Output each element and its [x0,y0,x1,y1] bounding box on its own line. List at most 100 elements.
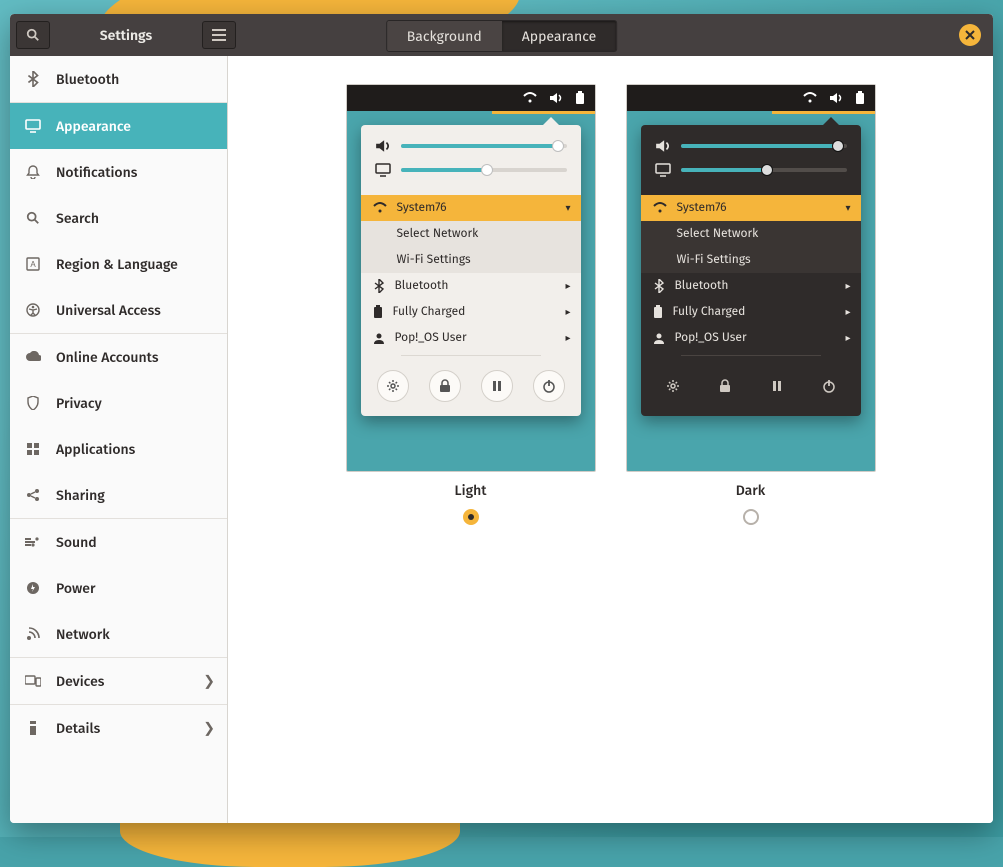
sidebar-item-label: Power [56,580,96,597]
sidebar-item-bluetooth[interactable]: Bluetooth [10,56,227,102]
svg-text:A: A [30,260,36,269]
view-switcher: Background Appearance [386,20,618,52]
chevron-right-icon: ▸ [845,280,850,292]
preview-accent-underline [492,111,595,114]
sidebar-item-sound[interactable]: Sound [10,519,227,565]
apps-icon [24,440,42,458]
devices-icon [24,672,42,690]
theme-preview-light[interactable]: System76 ▾ Select Network Wi-Fi Settings… [346,84,596,472]
power-action [813,370,845,402]
theme-label-light: Light [455,482,487,499]
sidebar-item-label: Appearance [56,118,131,135]
theme-radio-dark[interactable] [743,509,759,525]
preview-wifi-ssid: System76 [397,201,447,215]
power-icon [24,579,42,597]
volume-icon [829,92,843,104]
preview-topbar [627,85,875,111]
appearance-content: System76 ▾ Select Network Wi-Fi Settings… [228,56,993,823]
preview-bluetooth-row: Bluetooth▸ [641,273,861,299]
sidebar-item-label: Bluetooth [56,71,119,88]
preview-brightness-slider [375,163,567,177]
power-icon [822,379,836,393]
sidebar-item-label: Privacy [56,395,102,412]
tab-appearance[interactable]: Appearance [502,21,617,51]
chevron-right-icon: ❯ [203,673,215,690]
pause-icon [771,380,783,392]
preview-system-menu: System76 ▾ Select Network Wi-Fi Settings… [361,125,581,416]
sidebar-item-label: Network [56,626,110,643]
preview-brightness-slider [655,163,847,177]
preview-volume-slider [655,139,847,153]
lock-action [429,370,461,402]
settings-action [377,370,409,402]
preview-actions [361,360,581,416]
sidebar-item-appearance[interactable]: Appearance [10,103,227,149]
window-title: Settings [56,27,196,44]
sidebar-item-universal-access[interactable]: Universal Access [10,287,227,333]
preview-accent-underline [772,111,875,114]
preview-select-network: Select Network [361,221,581,247]
sidebar-item-region-language[interactable]: A Region & Language [10,241,227,287]
lock-icon [719,379,731,393]
sidebar-item-sharing[interactable]: Sharing [10,472,227,518]
bluetooth-icon [653,279,665,293]
sidebar-item-label: Sound [56,534,97,551]
wifi-icon [523,92,537,104]
preview-select-network: Select Network [641,221,861,247]
preview-user-row: Pop!_OS User▸ [641,325,861,351]
tab-background[interactable]: Background [387,21,502,51]
sidebar-item-label: Devices [56,673,104,690]
user-icon [373,332,385,344]
chevron-right-icon: ▸ [845,306,850,318]
info-icon [24,719,42,737]
hamburger-icon [212,29,226,41]
battery-icon [653,305,663,319]
sidebar-item-applications[interactable]: Applications [10,426,227,472]
theme-option-light: System76 ▾ Select Network Wi-Fi Settings… [346,84,596,525]
sidebar-item-devices[interactable]: Devices ❯ [10,658,227,704]
hamburger-button[interactable] [202,21,236,49]
chevron-down-icon: ▾ [845,202,850,214]
search-icon [26,28,40,42]
suspend-action [481,370,513,402]
sidebar-item-label: Online Accounts [56,349,159,366]
globe-icon: A [24,255,42,273]
cloud-icon [24,348,42,366]
header-bar: Settings Background Appearance [10,14,993,56]
lock-action [709,370,741,402]
wifi-icon [373,202,387,214]
sidebar-item-label: Region & Language [56,256,178,273]
sidebar-item-privacy[interactable]: Privacy [10,380,227,426]
preview-wifi-row: System76 ▾ [641,195,861,221]
theme-preview-dark[interactable]: System76 ▾ Select Network Wi-Fi Settings… [626,84,876,472]
settings-action [657,370,689,402]
search-button[interactable] [16,21,50,49]
display-icon [375,163,391,177]
chevron-right-icon: ▸ [565,332,570,344]
gear-icon [386,379,400,393]
sidebar-item-label: Notifications [56,164,137,181]
sidebar-item-label: Universal Access [56,302,161,319]
bluetooth-icon [373,279,385,293]
sidebar-item-power[interactable]: Power [10,565,227,611]
sidebar-item-network[interactable]: Network [10,611,227,657]
preview-wifi-settings: Wi-Fi Settings [641,247,861,273]
preview-battery-row: Fully Charged▸ [361,299,581,325]
sidebar: Bluetooth Appearance Notifications Search A R… [10,56,228,823]
sidebar-item-notifications[interactable]: Notifications [10,149,227,195]
volume-icon [655,139,671,153]
search-icon [24,209,42,227]
settings-window: Settings Background Appearance Bluetooth… [10,14,993,823]
sidebar-item-search[interactable]: Search [10,195,227,241]
power-icon [542,379,556,393]
wifi-icon [803,92,817,104]
sidebar-item-online-accounts[interactable]: Online Accounts [10,334,227,380]
battery-icon [373,305,383,319]
battery-icon [855,91,865,105]
sidebar-item-details[interactable]: Details❯ [10,705,227,751]
theme-radio-light[interactable] [463,509,479,525]
close-button[interactable] [959,24,981,46]
user-icon [653,332,665,344]
share-icon [24,486,42,504]
chevron-down-icon: ▾ [565,202,570,214]
